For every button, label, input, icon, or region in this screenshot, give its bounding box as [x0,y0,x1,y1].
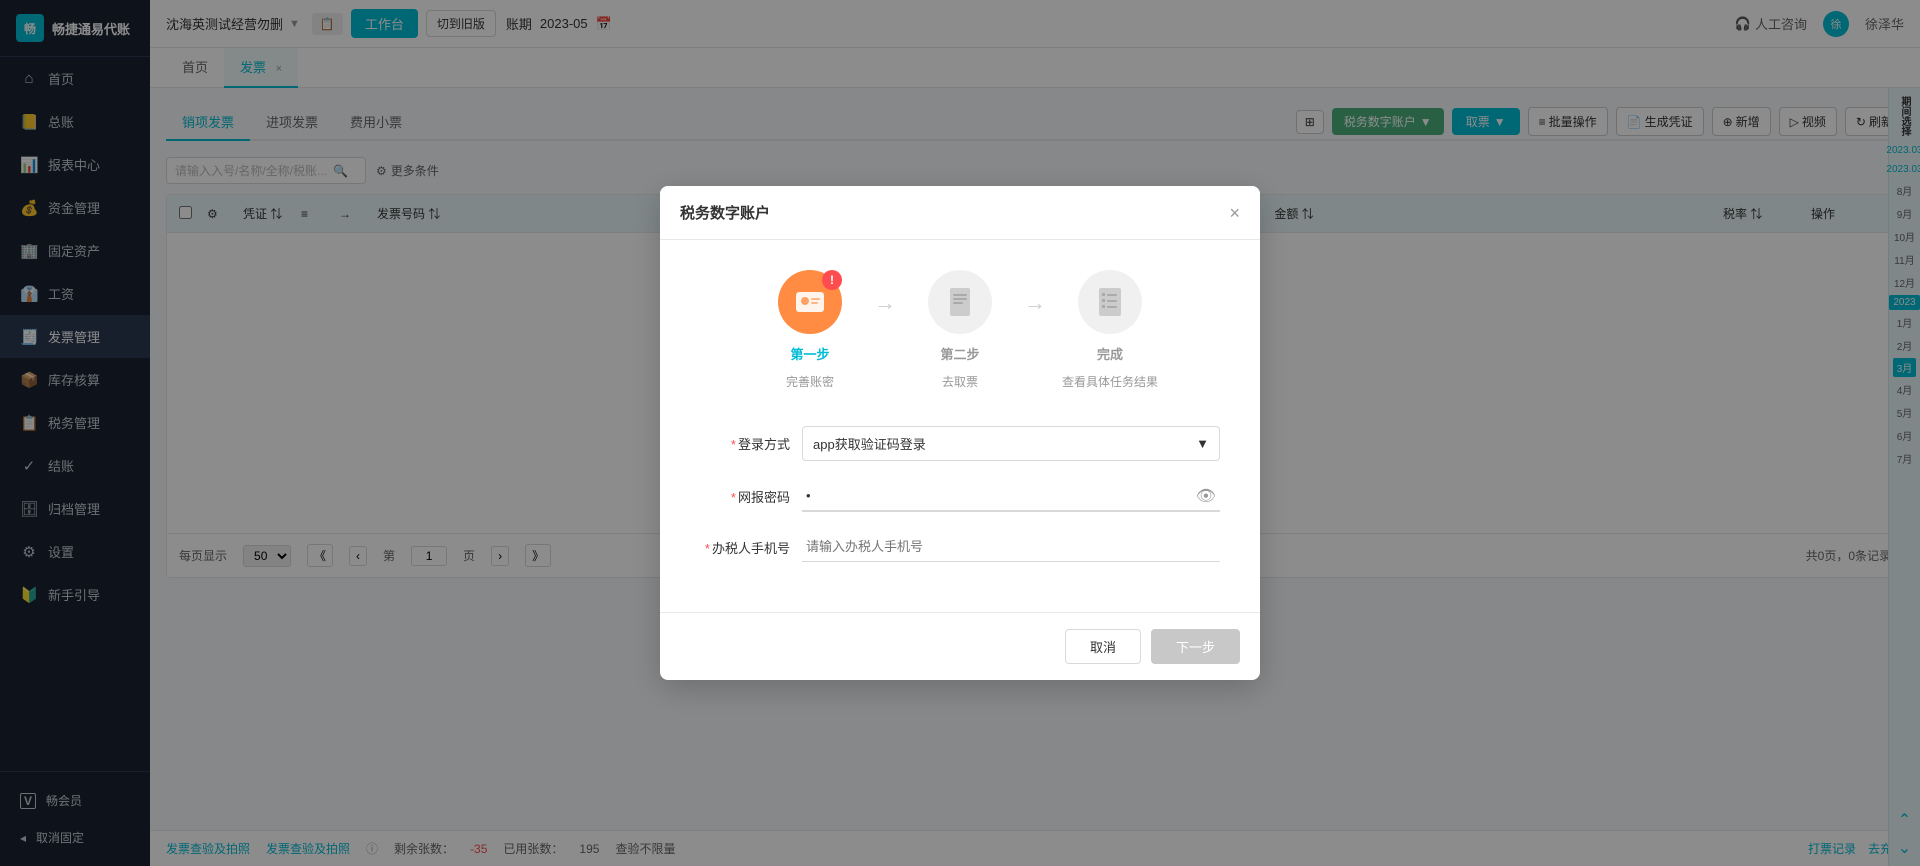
step-2-sublabel: 去取票 [942,373,978,390]
login-method-value: app获取验证码登录 [813,434,926,453]
step-2: 第二步 去取票 [900,270,1020,390]
step-2-icon-wrap [928,270,992,334]
dialog-close-btn[interactable]: × [1229,204,1240,222]
password-input-wrap: 👁 [802,481,1220,512]
password-input[interactable] [802,481,1220,511]
dialog-body: ! 第一步 完善账密 → 第 [660,240,1260,612]
dialog-overlay: 税务数字账户 × ! [0,0,1920,866]
tax-digital-dialog: 税务数字账户 × ! [660,186,1260,680]
checklist-icon [1092,284,1128,320]
step-1: ! 第一步 完善账密 [750,270,870,390]
password-label: 网报密码 [700,487,790,506]
dialog-footer: 取消 下一步 [660,612,1260,680]
step-1-sublabel: 完善账密 [786,373,834,390]
person-card-icon [792,284,828,320]
steps-indicator: ! 第一步 完善账密 → 第 [700,270,1220,390]
document-icon [942,284,978,320]
select-chevron-icon: ▼ [1196,436,1209,451]
step-arrow-2: → [1024,270,1046,316]
step-3: 完成 查看具体任务结果 [1050,270,1170,390]
dialog-header: 税务数字账户 × [660,186,1260,240]
login-method-row: 登录方式 app获取验证码登录 ▼ [700,426,1220,461]
step-3-icon-wrap [1078,270,1142,334]
step-2-label: 第二步 [940,344,979,363]
next-button[interactable]: 下一步 [1151,629,1240,664]
phone-input[interactable] [802,532,1220,562]
password-row: 网报密码 👁 [700,481,1220,512]
login-method-label: 登录方式 [700,434,790,453]
step-1-icon-wrap: ! [778,270,842,334]
phone-row: 办税人手机号 [700,532,1220,562]
dialog-title: 税务数字账户 [680,202,770,223]
step-3-label: 完成 [1097,344,1123,363]
cancel-button[interactable]: 取消 [1065,629,1141,664]
password-eye-icon[interactable]: 👁 [1196,486,1216,506]
step-1-label: 第一步 [790,344,829,363]
step-1-badge: ! [822,270,842,290]
login-method-select[interactable]: app获取验证码登录 ▼ [802,426,1220,461]
step-3-sublabel: 查看具体任务结果 [1062,373,1158,390]
phone-label: 办税人手机号 [700,538,790,557]
step-arrow-1: → [874,270,896,316]
